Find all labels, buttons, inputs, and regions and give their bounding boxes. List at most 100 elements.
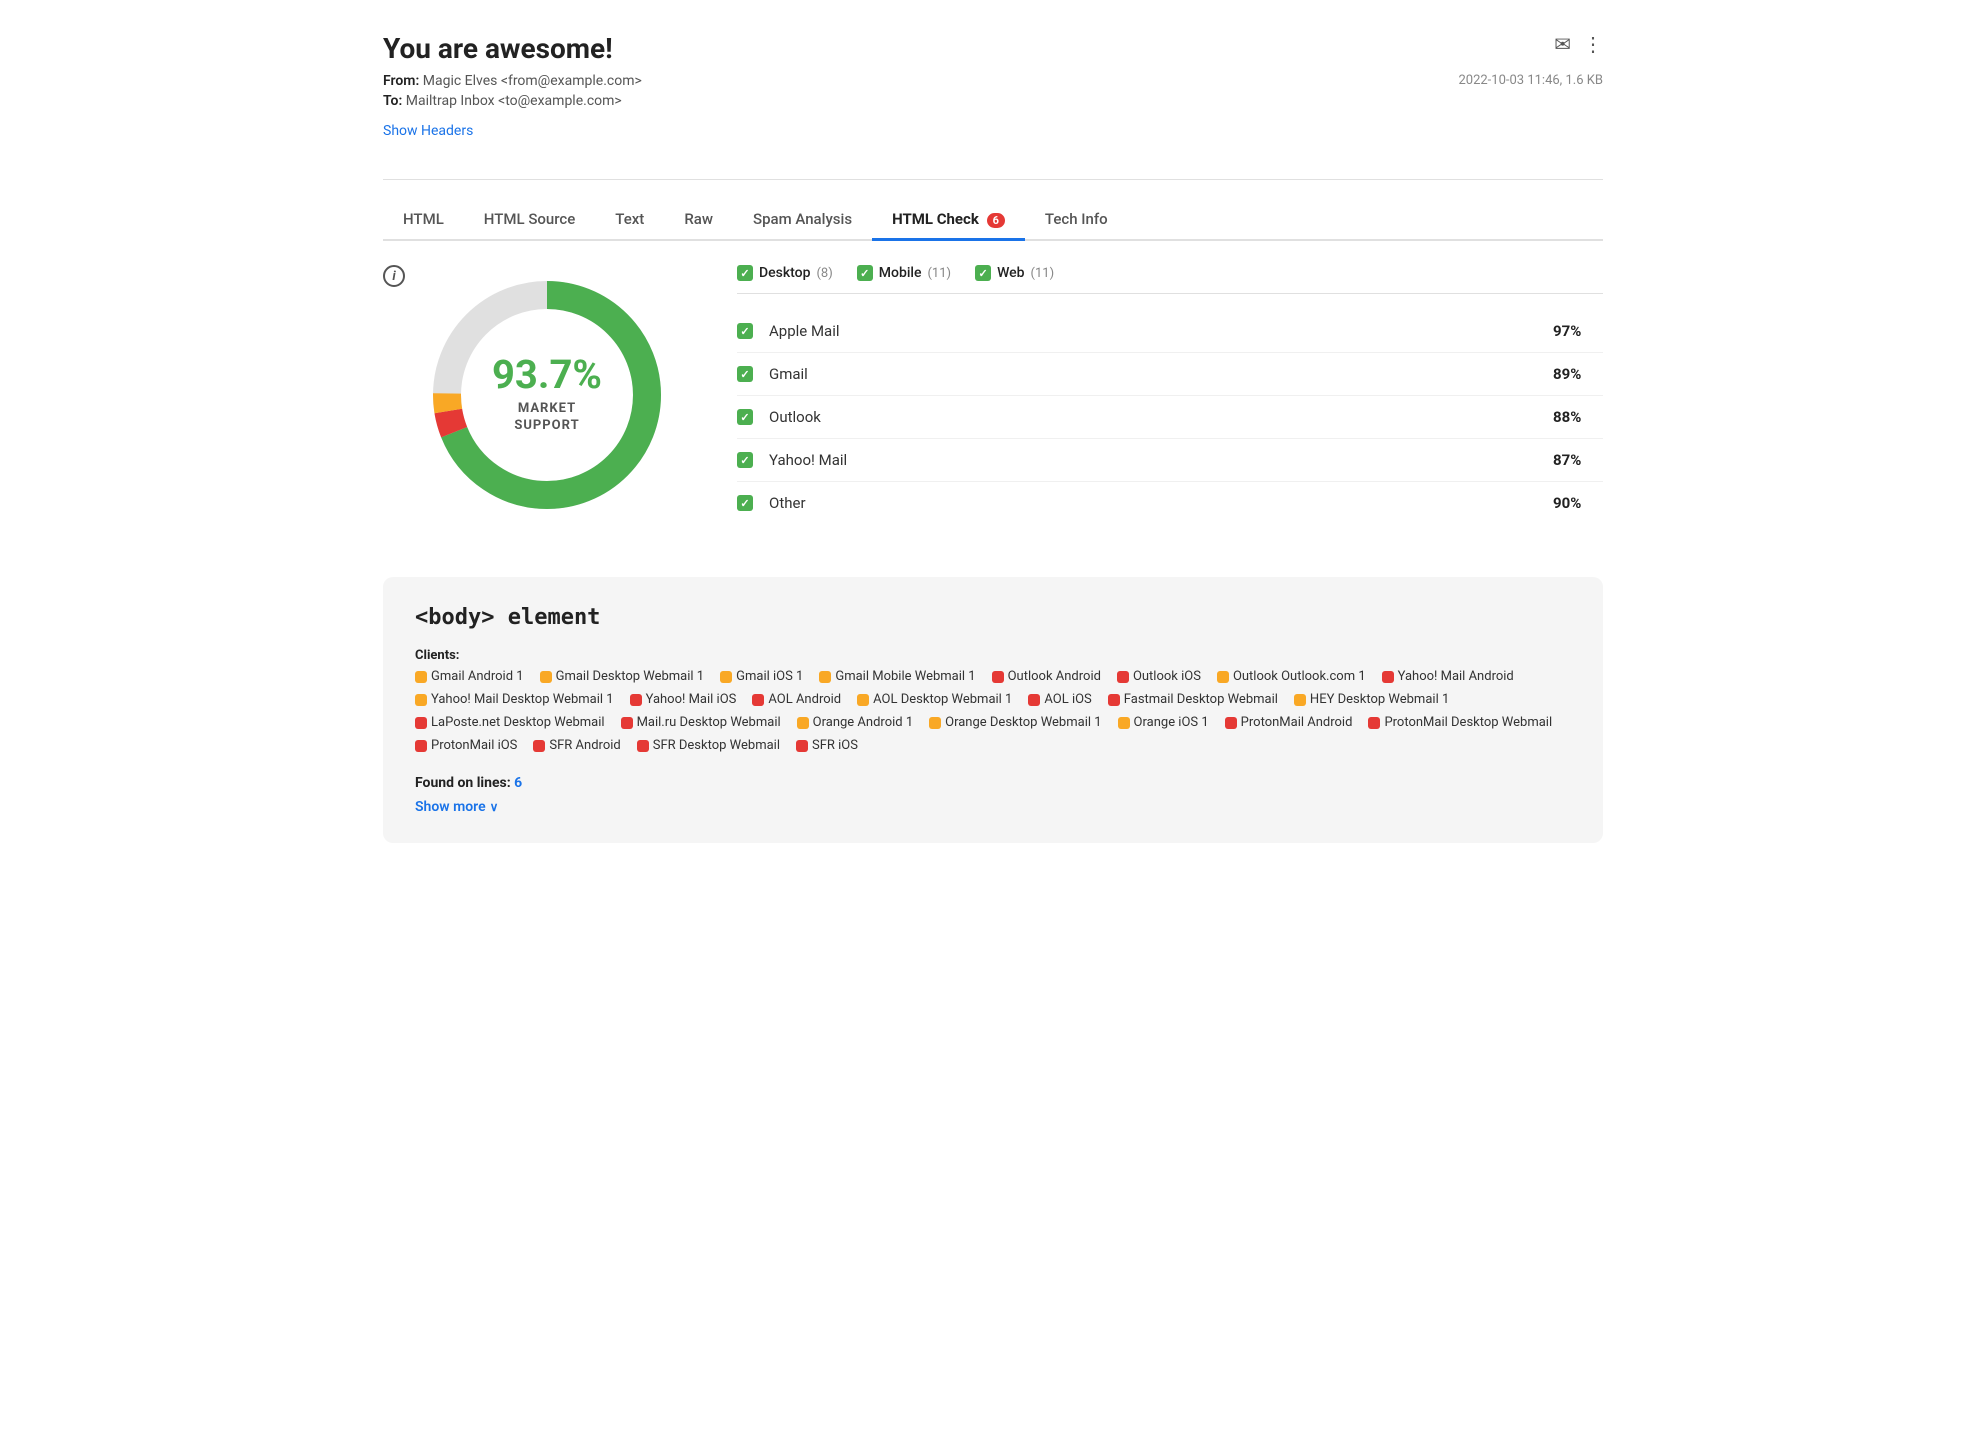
chart-percent: 93.7% xyxy=(492,355,602,395)
compat-pct: 97% xyxy=(1553,322,1603,340)
tab-spam-analysis[interactable]: Spam Analysis xyxy=(733,200,872,241)
more-options-button[interactable]: ⋮ xyxy=(1583,32,1603,57)
compat-checkbox[interactable] xyxy=(737,323,753,339)
from-value: Magic Elves <from@example.com> xyxy=(423,73,642,89)
client-dot xyxy=(415,694,427,706)
clients-row: Clients: Gmail Android 1Gmail Desktop We… xyxy=(415,648,1571,761)
filter-row: Desktop (8) Mobile (11) Web (11) xyxy=(737,265,1603,294)
desktop-label: Desktop xyxy=(759,265,810,281)
web-count: (11) xyxy=(1031,266,1055,281)
client-item: LaPoste.net Desktop Webmail xyxy=(415,715,605,730)
client-item: Yahoo! Mail iOS xyxy=(630,692,737,707)
info-icon: i xyxy=(383,265,405,287)
client-item: SFR iOS xyxy=(796,738,858,753)
body-element-section: <body> element Clients: Gmail Android 1G… xyxy=(383,577,1603,843)
web-checkbox[interactable] xyxy=(975,265,991,281)
compat-checkbox[interactable] xyxy=(737,495,753,511)
client-dot xyxy=(1225,717,1237,729)
client-dot xyxy=(819,671,831,683)
compat-checkbox[interactable] xyxy=(737,366,753,382)
show-more-button[interactable]: Show more xyxy=(415,799,498,815)
compat-pct: 88% xyxy=(1553,408,1603,426)
filter-desktop[interactable]: Desktop (8) xyxy=(737,265,833,281)
clients-list: Gmail Android 1Gmail Desktop Webmail 1Gm… xyxy=(415,669,1571,761)
compat-row: Yahoo! Mail 87% xyxy=(737,439,1603,482)
client-name: AOL Android xyxy=(768,692,841,707)
client-item: Gmail Android 1 xyxy=(415,669,524,684)
client-item: Orange Android 1 xyxy=(797,715,913,730)
filter-web[interactable]: Web (11) xyxy=(975,265,1054,281)
client-name: ProtonMail Android xyxy=(1241,715,1353,730)
client-dot xyxy=(1382,671,1394,683)
filter-mobile[interactable]: Mobile (11) xyxy=(857,265,951,281)
client-item: Orange Desktop Webmail 1 xyxy=(929,715,1101,730)
client-name: HEY Desktop Webmail 1 xyxy=(1310,692,1449,707)
client-name: Yahoo! Mail iOS xyxy=(646,692,737,707)
client-dot xyxy=(1217,671,1229,683)
client-dot xyxy=(992,671,1004,683)
tab-html[interactable]: HTML xyxy=(383,200,464,241)
desktop-count: (8) xyxy=(816,266,832,281)
compat-row: Other 90% xyxy=(737,482,1603,524)
email-meta-right: 2022-10-03 11:46, 1.6 KB xyxy=(1458,73,1603,88)
compat-name: Other xyxy=(769,494,1537,512)
client-name: Outlook iOS xyxy=(1133,669,1201,684)
tab-text[interactable]: Text xyxy=(595,200,664,241)
client-item: HEY Desktop Webmail 1 xyxy=(1294,692,1449,707)
client-dot xyxy=(1118,717,1130,729)
tab-html-check[interactable]: HTML Check 6 xyxy=(872,200,1025,241)
client-item: Outlook iOS xyxy=(1117,669,1201,684)
chart-label: MARKETSUPPORT xyxy=(492,401,602,435)
client-item: AOL Android xyxy=(752,692,841,707)
compat-pct: 87% xyxy=(1553,451,1603,469)
to-value: Mailtrap Inbox <to@example.com> xyxy=(406,93,622,109)
compat-checkbox[interactable] xyxy=(737,452,753,468)
client-name: Orange Desktop Webmail 1 xyxy=(945,715,1101,730)
compat-rows: Apple Mail 97% Gmail 89% Outlook 88% Yah… xyxy=(737,310,1603,524)
email-action-button[interactable]: ✉ xyxy=(1554,32,1571,57)
client-item: ProtonMail Desktop Webmail xyxy=(1368,715,1552,730)
client-dot xyxy=(797,717,809,729)
client-item: Outlook Outlook.com 1 xyxy=(1217,669,1366,684)
client-item: ProtonMail Android xyxy=(1225,715,1353,730)
mobile-label: Mobile xyxy=(879,265,922,281)
client-name: ProtonMail Desktop Webmail xyxy=(1384,715,1552,730)
client-name: Gmail Android 1 xyxy=(431,669,524,684)
client-name: SFR Desktop Webmail xyxy=(653,738,780,753)
show-headers-link[interactable]: Show Headers xyxy=(383,123,473,139)
client-dot xyxy=(1294,694,1306,706)
tab-html-check-label: HTML Check xyxy=(892,210,979,228)
tab-tech-info[interactable]: Tech Info xyxy=(1025,200,1128,241)
donut-chart: 93.7% MARKETSUPPORT xyxy=(417,265,677,525)
compat-name: Gmail xyxy=(769,365,1537,383)
compat-row: Apple Mail 97% xyxy=(737,310,1603,353)
email-title: You are awesome! xyxy=(383,32,613,65)
client-item: Gmail Mobile Webmail 1 xyxy=(819,669,975,684)
client-dot xyxy=(415,740,427,752)
tab-html-source[interactable]: HTML Source xyxy=(464,200,595,241)
client-dot xyxy=(415,671,427,683)
client-name: ProtonMail iOS xyxy=(431,738,517,753)
compat-name: Apple Mail xyxy=(769,322,1537,340)
compat-panel: Desktop (8) Mobile (11) Web (11) xyxy=(737,265,1603,524)
mobile-checkbox[interactable] xyxy=(857,265,873,281)
client-name: Orange iOS 1 xyxy=(1134,715,1209,730)
tab-bar: HTML HTML Source Text Raw Spam Analysis … xyxy=(383,200,1603,241)
more-icon: ⋮ xyxy=(1583,32,1603,57)
client-name: Yahoo! Mail Android xyxy=(1398,669,1514,684)
desktop-checkbox[interactable] xyxy=(737,265,753,281)
compat-pct: 90% xyxy=(1553,494,1603,512)
client-dot xyxy=(796,740,808,752)
client-name: Yahoo! Mail Desktop Webmail 1 xyxy=(431,692,614,707)
client-dot xyxy=(533,740,545,752)
client-dot xyxy=(720,671,732,683)
compat-checkbox[interactable] xyxy=(737,409,753,425)
client-dot xyxy=(857,694,869,706)
client-dot xyxy=(752,694,764,706)
client-item: Yahoo! Mail Desktop Webmail 1 xyxy=(415,692,614,707)
client-item: AOL iOS xyxy=(1028,692,1091,707)
client-name: Mail.ru Desktop Webmail xyxy=(637,715,781,730)
client-item: Mail.ru Desktop Webmail xyxy=(621,715,781,730)
client-dot xyxy=(630,694,642,706)
tab-raw[interactable]: Raw xyxy=(664,200,733,241)
